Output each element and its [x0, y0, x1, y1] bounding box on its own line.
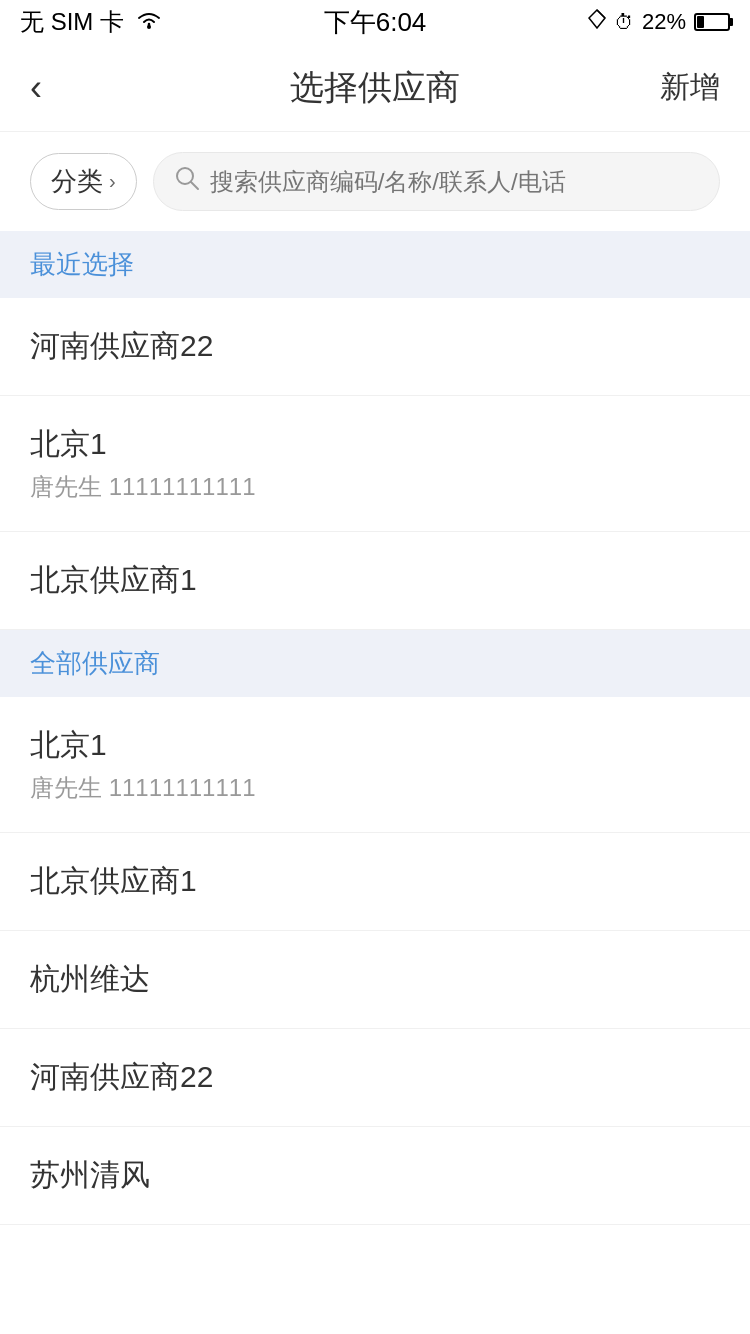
wifi-icon: [134, 8, 164, 36]
list-item[interactable]: 北京供应商1: [0, 833, 750, 931]
list-item[interactable]: 杭州维达: [0, 931, 750, 1029]
item-name: 杭州维达: [30, 959, 720, 1000]
search-icon: [174, 165, 200, 198]
battery-percent: 22%: [642, 9, 686, 35]
category-button[interactable]: 分类 ›: [30, 153, 137, 210]
search-input[interactable]: [210, 168, 699, 196]
list-item[interactable]: 北京1 唐先生 11111111111: [0, 396, 750, 532]
filter-bar: 分类 ›: [0, 132, 750, 231]
section-header-text-1: 全部供应商: [30, 648, 160, 678]
location-icon: [588, 9, 606, 35]
add-button[interactable]: 新增: [660, 67, 720, 108]
section-header-0: 最近选择: [0, 231, 750, 298]
status-bar: 无 SIM 卡 下午6:04 ⏱ 22%: [0, 0, 750, 44]
section-header-1: 全部供应商: [0, 630, 750, 697]
list-item[interactable]: 北京1 唐先生 11111111111: [0, 697, 750, 833]
item-name: 苏州清风: [30, 1155, 720, 1196]
svg-point-0: [147, 25, 151, 29]
item-name: 北京1: [30, 725, 720, 766]
page-title: 选择供应商: [290, 65, 460, 111]
item-name: 北京供应商1: [30, 560, 720, 601]
svg-line-2: [191, 182, 198, 189]
section-header-text-0: 最近选择: [30, 249, 134, 279]
no-sim-text: 无 SIM 卡: [20, 6, 124, 38]
battery-icon: [694, 13, 730, 31]
supplier-list: 最近选择河南供应商22 北京1 唐先生 11111111111 北京供应商1 全部供应商…: [0, 231, 750, 1225]
list-item[interactable]: 苏州清风: [0, 1127, 750, 1225]
list-item[interactable]: 河南供应商22: [0, 1029, 750, 1127]
back-button[interactable]: ‹: [30, 67, 90, 109]
item-name: 河南供应商22: [30, 326, 720, 367]
alarm-icon: ⏱: [614, 11, 634, 34]
status-left: 无 SIM 卡: [20, 6, 164, 38]
item-name: 北京1: [30, 424, 720, 465]
category-label: 分类: [51, 164, 103, 199]
item-name: 北京供应商1: [30, 861, 720, 902]
item-sub: 唐先生 11111111111: [30, 772, 720, 804]
nav-bar: ‹ 选择供应商 新增: [0, 44, 750, 132]
status-time: 下午6:04: [324, 5, 427, 40]
list-item[interactable]: 北京供应商1: [0, 532, 750, 630]
chevron-right-icon: ›: [109, 170, 116, 193]
list-item[interactable]: 河南供应商22: [0, 298, 750, 396]
item-sub: 唐先生 11111111111: [30, 471, 720, 503]
status-right: ⏱ 22%: [588, 9, 730, 35]
item-name: 河南供应商22: [30, 1057, 720, 1098]
search-bar[interactable]: [153, 152, 720, 211]
